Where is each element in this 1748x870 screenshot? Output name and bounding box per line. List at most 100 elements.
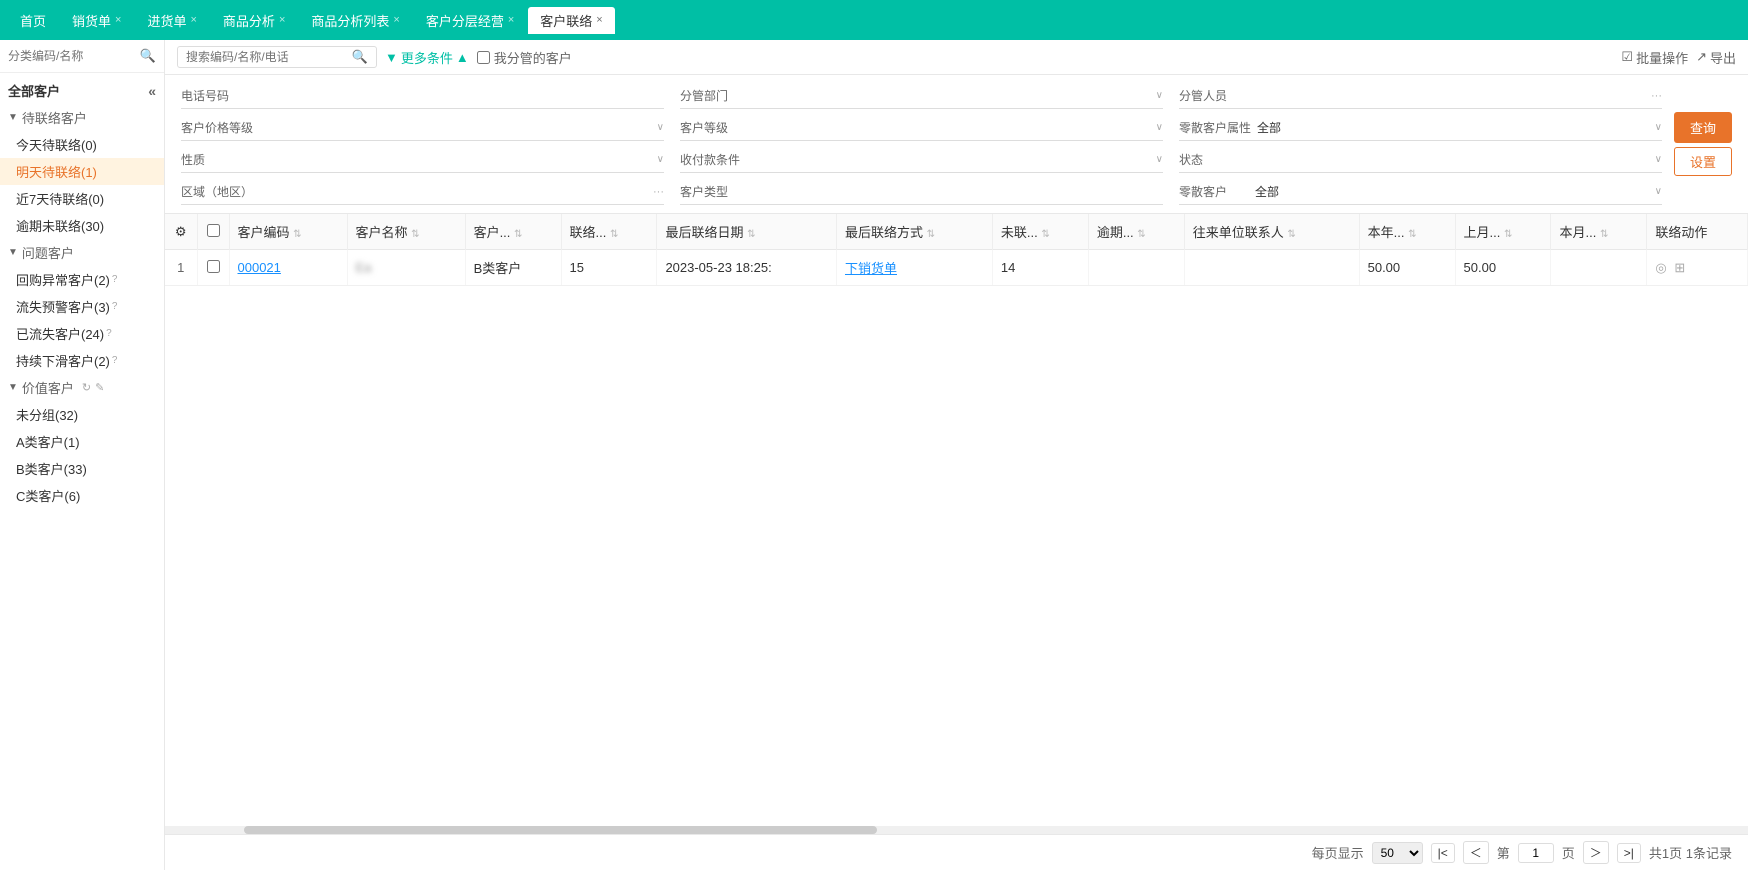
filter-status: 状态 ∨ [1179,147,1662,173]
action-grid-icon[interactable]: ⊞ [1674,260,1685,275]
row-last-month: 50.00 [1455,250,1551,286]
pending-contact-group: ▼ 待联络客户 [0,104,164,131]
next-page-btn[interactable]: ＞ [1583,841,1609,864]
sort-icon[interactable]: ⇅ [514,229,522,240]
collapse-icon[interactable]: « [148,83,156,99]
action-phone-icon[interactable]: ◎ [1655,260,1666,275]
prev-page-btn[interactable]: ＜ [1463,841,1489,864]
set-button[interactable]: 设置 [1674,147,1732,176]
more-conditions-btn[interactable]: ▼ 更多条件 ▲ [385,48,469,67]
nav-item-analysis[interactable]: 商品分析 × [211,7,297,34]
row-code[interactable]: 000021 [229,250,347,286]
sidebar-search-wrap: 🔍 [0,40,164,73]
chevron-down-icon[interactable]: ∨ [1655,122,1662,133]
main-layout: 🔍 全部客户 « ▼ 待联络客户 今天待联络(0) 明天待联络(1) 近7天待联… [0,40,1748,870]
row-last-contact-method[interactable]: 下销货单 [836,250,992,286]
close-icon[interactable]: × [279,14,285,26]
sidebar-item-a-class[interactable]: A类客户(1) [0,428,164,455]
sort-icon[interactable]: ⇅ [927,229,935,240]
chevron-down-icon[interactable]: ∨ [657,122,664,133]
search-input[interactable] [186,50,352,64]
sidebar-item-ungrouped[interactable]: 未分组(32) [0,401,164,428]
close-icon[interactable]: × [115,14,121,26]
filter-row-2: 客户价格等级 ∨ 客户等级 ∨ 零散客户属性 全部 ∨ [181,115,1662,141]
more-icon[interactable]: ··· [1651,90,1662,102]
sidebar-item-b-class[interactable]: B类客户(33) [0,455,164,482]
sort-icon[interactable]: ⇅ [1041,229,1049,240]
value-customers-group: ▼ 价值客户 ↻ ✎ [0,374,164,401]
edit-icon[interactable]: ✎ [95,381,104,394]
info-icon: ? [112,355,118,366]
scrollbar-thumb[interactable] [244,826,877,834]
search-input-wrap: 🔍 [177,46,377,68]
query-button[interactable]: 查询 [1674,112,1732,143]
chevron-down-icon[interactable]: ∨ [1156,90,1163,101]
export-btn[interactable]: ↗ 导出 [1696,48,1736,67]
filter-bar: 🔍 ▼ 更多条件 ▲ 我分管的客户 ☑ 批量操作 ↗ 导出 [165,40,1748,75]
col-gear[interactable]: ⚙ [165,214,197,250]
row-checkbox[interactable] [207,260,220,273]
close-icon[interactable]: × [190,14,196,26]
sort-icon[interactable]: ⇅ [747,229,755,240]
info-icon: ? [106,328,112,339]
advanced-filter-panel: 电话号码 分管部门 ∨ 分管人员 ··· [165,75,1748,214]
select-all-check[interactable] [207,224,220,237]
row-check[interactable] [197,250,229,286]
search-icon[interactable]: 🔍 [140,48,156,64]
row-action[interactable]: ◎ ⊞ [1647,250,1748,286]
sidebar-item-c-class[interactable]: C类客户(6) [0,482,164,509]
per-page-select[interactable]: 50 100 200 [1372,842,1423,864]
batch-action-btn[interactable]: ☑ 批量操作 [1621,48,1688,67]
chevron-down-icon[interactable]: ∨ [1655,186,1662,197]
table-header-row: ⚙ 客户编码 ⇅ 客户名称 ⇅ 客户... ⇅ 联络... ⇅ 最后联络日期 ⇅… [165,214,1748,250]
sidebar-search-input[interactable] [8,49,136,63]
sidebar-item-7days-contact[interactable]: 近7天待联络(0) [0,185,164,212]
close-icon[interactable]: × [508,14,514,26]
refresh-icon[interactable]: ↻ [82,381,91,394]
sort-icon[interactable]: ⇅ [1504,229,1512,240]
last-page-btn[interactable]: >| [1617,843,1641,863]
sidebar-item-repurchase-abnormal[interactable]: 回购异常客户(2) ? [0,266,164,293]
page-input[interactable] [1518,843,1554,863]
filter-row-1: 电话号码 分管部门 ∨ 分管人员 ··· [181,83,1662,109]
filter-row-3: 性质 ∨ 收付款条件 ∨ 状态 ∨ [181,147,1662,173]
nav-item-purchase[interactable]: 进货单 × [135,7,208,34]
sort-icon[interactable]: ⇅ [1600,229,1608,240]
sidebar-item-declining[interactable]: 持续下滑客户(2) ? [0,347,164,374]
chevron-down-icon[interactable]: ∨ [1156,122,1163,133]
sidebar-item-tomorrow-contact[interactable]: 明天待联络(1) [0,158,164,185]
sidebar-item-overdue-contact[interactable]: 逾期未联络(30) [0,212,164,239]
chevron-down-icon[interactable]: ∨ [657,154,664,165]
sidebar-item-today-contact[interactable]: 今天待联络(0) [0,131,164,158]
chevron-down-icon[interactable]: ∨ [1655,154,1662,165]
sidebar-item-churn-warning[interactable]: 流失预警客户(3) ? [0,293,164,320]
my-customers-checkbox[interactable]: 我分管的客户 [477,48,572,67]
nav-item-customer-contact[interactable]: 客户联络 × [528,7,614,34]
nav-item-sales[interactable]: 销货单 × [60,7,133,34]
sort-icon[interactable]: ⇅ [1137,229,1145,240]
sort-icon[interactable]: ⇅ [1287,229,1295,240]
sort-icon[interactable]: ⇅ [293,229,301,240]
filter-nature: 性质 ∨ [181,147,664,173]
col-check[interactable] [197,214,229,250]
filter-cust-level: 客户等级 ∨ [680,115,1163,141]
horizontal-scrollbar[interactable] [165,826,1748,834]
my-customers-check[interactable] [477,51,490,64]
nav-home[interactable]: 首页 [8,7,58,34]
search-icon[interactable]: 🔍 [352,49,368,65]
close-icon[interactable]: × [596,14,602,26]
chevron-down-icon[interactable]: ∨ [1156,154,1163,165]
sort-icon[interactable]: ⇅ [610,229,618,240]
sort-icon[interactable]: ⇅ [1408,229,1416,240]
nav-item-customer-ops[interactable]: 客户分层经营 × [414,7,526,34]
close-icon[interactable]: × [393,14,399,26]
nav-item-analysis-list[interactable]: 商品分析列表 × [299,7,411,34]
first-page-btn[interactable]: |< [1431,843,1455,863]
info-icon: ? [112,301,118,312]
sort-icon[interactable]: ⇅ [411,229,419,240]
sidebar-item-churned[interactable]: 已流失客户(24) ? [0,320,164,347]
more-icon[interactable]: ··· [653,186,664,198]
filter-price-level: 客户价格等级 ∨ [181,115,664,141]
filter-dept: 分管部门 ∨ [680,83,1163,109]
col-uncontacted: 未联... ⇅ [992,214,1088,250]
